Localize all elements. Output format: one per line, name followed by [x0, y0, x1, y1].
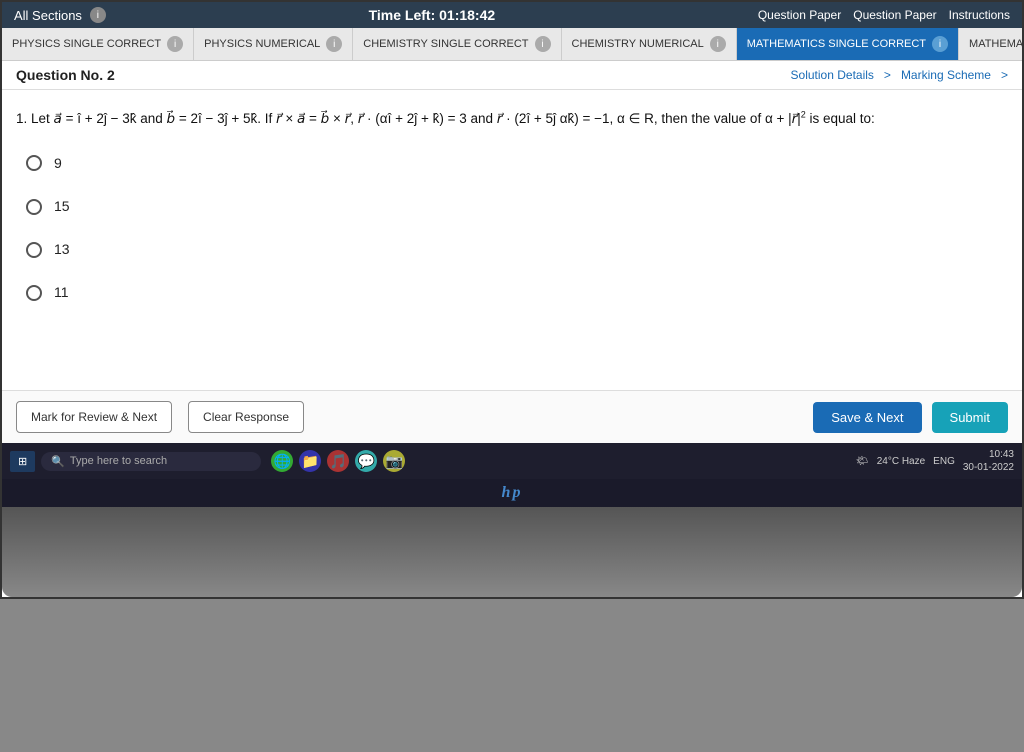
submit-button[interactable]: Submit [932, 402, 1008, 433]
link-separator: > [884, 68, 891, 82]
weather-icon: 🌤 [856, 456, 869, 467]
question-paper-link[interactable]: Question Paper [758, 8, 841, 22]
search-icon: 🔍 [51, 455, 65, 468]
save-next-button[interactable]: Save & Next [813, 402, 921, 433]
option-9-label: 9 [54, 151, 62, 176]
option-13-radio[interactable] [26, 242, 42, 258]
tab-mathematics-single-info[interactable]: i [932, 36, 948, 52]
clear-response-button[interactable]: Clear Response [188, 401, 304, 433]
clock-time: 10:43 [963, 448, 1014, 461]
section-tabs: PHYSICS SINGLE CORRECT i PHYSICS NUMERIC… [2, 28, 1022, 61]
hp-logo: hp [502, 484, 523, 502]
taskbar-app-icons: 🌐 📁 🎵 💬 📷 [271, 450, 405, 472]
tab-mathematics-numerical[interactable]: MATHEMATICS NUMERICAL i [959, 28, 1022, 60]
option-9-radio[interactable] [26, 155, 42, 171]
taskbar-icon-4[interactable]: 💬 [355, 450, 377, 472]
option-11[interactable]: 11 [26, 280, 1008, 305]
taskbar-icon-3[interactable]: 🎵 [327, 450, 349, 472]
taskbar: ⊞ 🔍 Type here to search 🌐 📁 🎵 💬 📷 🌤 24°C… [2, 443, 1022, 479]
option-11-radio[interactable] [26, 285, 42, 301]
keyboard-area [2, 507, 1022, 597]
tab-chemistry-single-info[interactable]: i [535, 36, 551, 52]
timer-label: Time Left: [369, 7, 436, 23]
tab-chemistry-single[interactable]: CHEMISTRY SINGLE CORRECT i [353, 28, 561, 60]
taskbar-search[interactable]: 🔍 Type here to search [41, 452, 261, 471]
tab-chemistry-single-label: CHEMISTRY SINGLE CORRECT [363, 38, 528, 50]
option-13[interactable]: 13 [26, 237, 1008, 262]
temperature: 24°C Haze [877, 456, 925, 467]
tab-mathematics-numerical-label: MATHEMATICS NUMERICAL [969, 38, 1022, 50]
option-15[interactable]: 15 [26, 194, 1008, 219]
question-body: 1. Let a⃗ = î + 2ĵ − 3k̂ and b⃗ = 2î − 3… [2, 90, 1022, 370]
option-13-label: 13 [54, 237, 70, 262]
taskbar-icon-5[interactable]: 📷 [383, 450, 405, 472]
question-number: Question No. 2 [16, 67, 115, 83]
taskbar-clock: 10:43 30-01-2022 [963, 448, 1014, 474]
tab-physics-single-info[interactable]: i [167, 36, 183, 52]
timer-value: 01:18:42 [439, 7, 495, 23]
option-11-label: 11 [54, 280, 69, 305]
tab-physics-numerical[interactable]: PHYSICS NUMERICAL i [194, 28, 353, 60]
tab-mathematics-single-label: MATHEMATICS SINGLE CORRECT [747, 38, 926, 50]
question-text: 1. Let a⃗ = î + 2ĵ − 3k̂ and b⃗ = 2î − 3… [16, 106, 1008, 131]
solution-details-link[interactable]: Solution Details [791, 68, 874, 82]
instructions-link[interactable]: Instructions [949, 8, 1010, 22]
option-15-radio[interactable] [26, 199, 42, 215]
top-actions: Question Paper Question Paper Instructio… [758, 8, 1010, 22]
language: ENG [933, 456, 955, 467]
tab-physics-single[interactable]: PHYSICS SINGLE CORRECT i [2, 28, 194, 60]
search-label: Type here to search [70, 455, 167, 467]
tab-chemistry-numerical[interactable]: CHEMISTRY NUMERICAL i [562, 28, 737, 60]
tab-physics-single-label: PHYSICS SINGLE CORRECT [12, 38, 161, 50]
all-sections[interactable]: All Sections i [14, 7, 106, 23]
tab-chemistry-numerical-label: CHEMISTRY NUMERICAL [572, 38, 704, 50]
taskbar-icon-2[interactable]: 📁 [299, 450, 321, 472]
action-right: Save & Next Submit [813, 402, 1008, 433]
taskbar-icon-1[interactable]: 🌐 [271, 450, 293, 472]
link-separator2: > [1001, 68, 1008, 82]
action-left: Mark for Review & Next Clear Response [16, 401, 304, 433]
start-button[interactable]: ⊞ [10, 451, 35, 472]
action-bar: Mark for Review & Next Clear Response Sa… [2, 390, 1022, 443]
clock-date: 30-01-2022 [963, 461, 1014, 474]
question-header: Question No. 2 Solution Details > Markin… [2, 61, 1022, 90]
tab-physics-numerical-info[interactable]: i [326, 36, 342, 52]
option-9[interactable]: 9 [26, 151, 1008, 176]
all-sections-info-icon[interactable]: i [90, 7, 106, 23]
top-bar: All Sections i Time Left: 01:18:42 Quest… [2, 2, 1022, 28]
all-sections-label: All Sections [14, 8, 82, 23]
option-15-label: 15 [54, 194, 70, 219]
marking-scheme-link[interactable]: Marking Scheme [901, 68, 991, 82]
tab-chemistry-numerical-info[interactable]: i [710, 36, 726, 52]
question-links: Solution Details > Marking Scheme > [791, 68, 1008, 82]
timer: Time Left: 01:18:42 [369, 7, 496, 23]
tab-physics-numerical-label: PHYSICS NUMERICAL [204, 38, 320, 50]
hp-logo-bar: hp [2, 479, 1022, 507]
mark-review-button[interactable]: Mark for Review & Next [16, 401, 172, 433]
question-paper-label[interactable]: Question Paper [853, 8, 936, 22]
taskbar-right: 🌤 24°C Haze ENG 10:43 30-01-2022 [856, 448, 1014, 474]
tab-mathematics-single[interactable]: MATHEMATICS SINGLE CORRECT i [737, 28, 959, 60]
options-list: 9 15 13 11 [16, 151, 1008, 306]
